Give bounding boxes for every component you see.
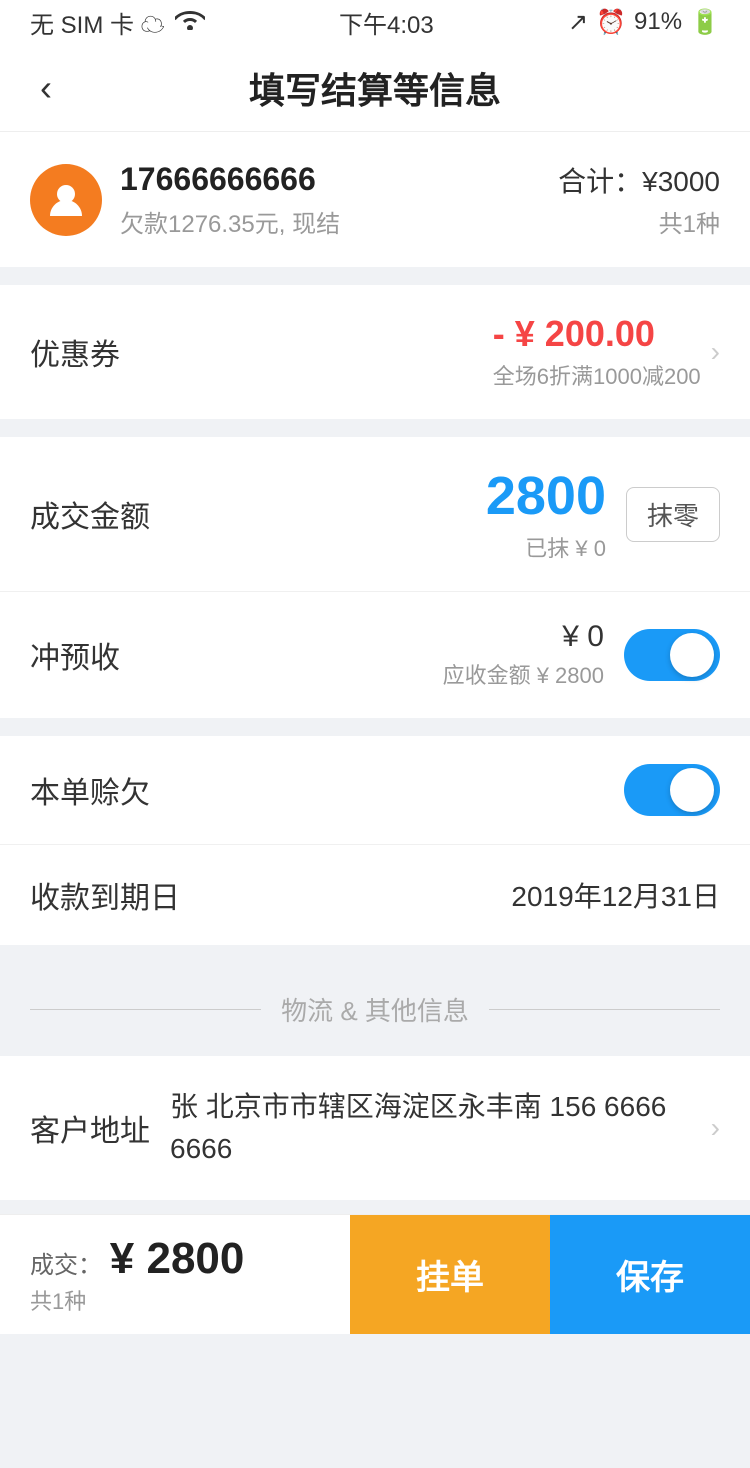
alarm-icon: ⏰ bbox=[596, 8, 626, 37]
customer-right: 合计：¥3000 共1种 bbox=[558, 160, 720, 239]
footer-info: 成交： ¥ 2800 共1种 bbox=[0, 1215, 350, 1334]
coupon-info: - ¥ 200.00 全场6折满1000减200 bbox=[493, 313, 701, 391]
deal-amount-row: 成交金额 2800 已抹 ¥ 0 抹零 bbox=[0, 437, 750, 592]
customer-left: 17666666666 欠款1276.35元, 现结 bbox=[30, 161, 340, 239]
total-count: 共1种 bbox=[558, 204, 720, 239]
location-icon: ↗ bbox=[568, 8, 588, 37]
deal-section: 成交金额 2800 已抹 ¥ 0 抹零 冲预收 ¥ 0 应收金额 ¥ 2800 bbox=[0, 437, 750, 718]
status-bar: 无 SIM 卡 ☁ 下午4:03 ↗ ⏰ 91% 🔋 bbox=[0, 0, 750, 44]
wifi-icon bbox=[175, 8, 205, 37]
credit-label: 本单赊欠 bbox=[30, 768, 150, 812]
prepay-col: ¥ 0 应收金额 ¥ 2800 bbox=[443, 620, 604, 690]
prepay-label: 冲预收 bbox=[30, 633, 120, 677]
credit-toggle-knob bbox=[670, 768, 714, 812]
prepay-right: ¥ 0 应收金额 ¥ 2800 bbox=[443, 620, 720, 690]
due-date-value: 2019年12月31日 bbox=[511, 875, 720, 915]
due-date-row: 收款到期日 2019年12月31日 bbox=[0, 845, 750, 945]
hang-order-button[interactable]: 挂单 bbox=[350, 1215, 550, 1334]
prepay-sub: 应收金额 ¥ 2800 bbox=[443, 658, 604, 690]
sim-label: 无 SIM 卡 ☁ bbox=[30, 5, 165, 40]
coupon-row[interactable]: 优惠券 - ¥ 200.00 全场6折满1000减200 › bbox=[0, 285, 750, 419]
total-amount: ¥3000 bbox=[642, 166, 720, 197]
status-time: 下午4:03 bbox=[339, 5, 434, 40]
footer-deal-label: 成交： bbox=[30, 1252, 102, 1279]
customer-info: 17666666666 欠款1276.35元, 现结 bbox=[120, 161, 340, 239]
customer-debt: 欠款1276.35元, 现结 bbox=[120, 204, 340, 239]
already-rounded: 已抹 ¥ 0 bbox=[486, 531, 606, 563]
footer-count: 共1种 bbox=[30, 1284, 320, 1316]
divider-line-right bbox=[489, 1009, 720, 1010]
address-label: 客户地址 bbox=[30, 1106, 150, 1150]
divider-line-left bbox=[30, 1009, 261, 1010]
customer-card: 17666666666 欠款1276.35元, 现结 合计：¥3000 共1种 bbox=[0, 132, 750, 267]
footer-deal-line: 成交： ¥ 2800 bbox=[30, 1234, 320, 1284]
logistics-text: 物流 & 其他信息 bbox=[261, 991, 489, 1028]
status-left: 无 SIM 卡 ☁ bbox=[30, 5, 205, 40]
status-right: ↗ ⏰ 91% 🔋 bbox=[568, 8, 720, 37]
toggle-knob bbox=[670, 633, 714, 677]
coupon-label: 优惠券 bbox=[30, 330, 120, 374]
total-label: 合计：¥3000 bbox=[558, 160, 720, 200]
round-zero-button[interactable]: 抹零 bbox=[626, 487, 720, 542]
credit-row: 本单赊欠 bbox=[0, 736, 750, 845]
deal-amount-right: 2800 已抹 ¥ 0 抹零 bbox=[486, 465, 720, 563]
due-date-label: 收款到期日 bbox=[30, 873, 180, 917]
credit-right bbox=[624, 764, 720, 816]
total-label-text: 合计： bbox=[558, 166, 642, 197]
coupon-desc: 全场6折满1000减200 bbox=[493, 359, 701, 391]
address-row[interactable]: 客户地址 张 北京市市辖区海淀区永丰南 156 6666 6666 › bbox=[0, 1056, 750, 1200]
prepay-amount: ¥ 0 bbox=[443, 620, 604, 654]
credit-section: 本单赊欠 收款到期日 2019年12月31日 bbox=[0, 736, 750, 945]
footer-amount: ¥ 2800 bbox=[110, 1234, 245, 1283]
back-button[interactable]: ‹ bbox=[30, 57, 62, 119]
customer-phone: 17666666666 bbox=[120, 161, 340, 198]
page-title: 填写结算等信息 bbox=[249, 62, 501, 114]
deal-amount-col: 2800 已抹 ¥ 0 bbox=[486, 465, 606, 563]
credit-toggle[interactable] bbox=[624, 764, 720, 816]
coupon-right: - ¥ 200.00 全场6折满1000减200 › bbox=[493, 313, 720, 391]
deal-amount-label: 成交金额 bbox=[30, 492, 150, 536]
prepay-row: 冲预收 ¥ 0 应收金额 ¥ 2800 bbox=[0, 592, 750, 718]
battery-label: 91% bbox=[634, 8, 682, 36]
prepay-toggle[interactable] bbox=[624, 629, 720, 681]
footer: 成交： ¥ 2800 共1种 挂单 保存 bbox=[0, 1214, 750, 1334]
deal-amount-value: 2800 bbox=[486, 465, 606, 527]
avatar bbox=[30, 164, 102, 236]
save-button[interactable]: 保存 bbox=[550, 1215, 750, 1334]
coupon-discount: - ¥ 200.00 bbox=[493, 313, 701, 355]
chevron-right-icon: › bbox=[711, 336, 720, 368]
address-chevron-icon: › bbox=[711, 1112, 720, 1144]
nav-bar: ‹ 填写结算等信息 bbox=[0, 44, 750, 132]
logistics-divider: 物流 & 其他信息 bbox=[0, 963, 750, 1056]
battery-icon: 🔋 bbox=[690, 8, 720, 37]
address-value: 张 北京市市辖区海淀区永丰南 156 6666 6666 bbox=[150, 1086, 711, 1170]
